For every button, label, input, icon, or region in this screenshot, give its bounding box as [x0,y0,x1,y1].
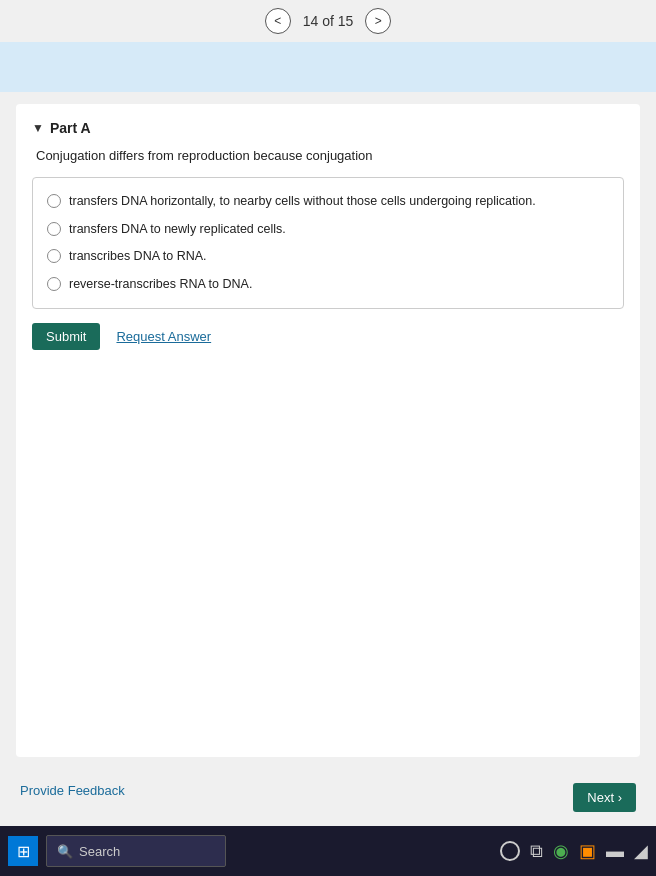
next-icon: > [375,14,382,28]
radio-opt2[interactable] [47,222,61,236]
banner [0,42,656,92]
option-text-4: reverse-transcribes RNA to DNA. [69,276,252,294]
request-answer-button[interactable]: Request Answer [116,329,211,344]
collapse-icon[interactable]: ▼ [32,121,44,135]
taskbar: ⊞ 🔍 Search ⧉ ◉ ▣ ▬ ◢ [0,826,656,876]
options-box: transfers DNA horizontally, to nearby ce… [32,177,624,309]
next-button[interactable]: Next › [573,783,636,812]
app-icon-3[interactable]: ▬ [606,841,624,862]
option-item[interactable]: transcribes DNA to RNA. [47,243,609,271]
search-label: Search [79,844,120,859]
start-button[interactable]: ⊞ [8,836,38,866]
top-nav: < 14 of 15 > [0,0,656,42]
question-text: Conjugation differs from reproduction be… [32,148,624,163]
task-view-icon[interactable]: ⧉ [530,841,543,862]
radio-opt1[interactable] [47,194,61,208]
option-text-1: transfers DNA horizontally, to nearby ce… [69,193,536,211]
search-icon: 🔍 [57,844,73,859]
provide-feedback-link[interactable]: Provide Feedback [20,783,125,798]
next-nav-button[interactable]: > [365,8,391,34]
option-text-3: transcribes DNA to RNA. [69,248,207,266]
option-item[interactable]: transfers DNA horizontally, to nearby ce… [47,188,609,216]
app-icon-2[interactable]: ▣ [579,840,596,862]
submit-button[interactable]: Submit [32,323,100,350]
prev-button[interactable]: < [265,8,291,34]
nav-count: 14 of 15 [303,13,354,29]
windows-icon: ⊞ [17,842,30,861]
bottom-section: Provide Feedback Next › [0,769,656,826]
radio-opt3[interactable] [47,249,61,263]
cortana-icon[interactable] [500,841,520,861]
part-header: ▼ Part A [32,120,624,136]
radio-opt4[interactable] [47,277,61,291]
app-icon-1[interactable]: ◉ [553,840,569,862]
prev-icon: < [274,14,281,28]
taskbar-icons: ⧉ ◉ ▣ ▬ ◢ [500,840,648,862]
content-area: < 14 of 15 > ▼ Part A Conjugation differ… [0,0,656,826]
screen: < 14 of 15 > ▼ Part A Conjugation differ… [0,0,656,876]
action-row: Submit Request Answer [32,323,624,350]
option-text-2: transfers DNA to newly replicated cells. [69,221,286,239]
quiz-panel: ▼ Part A Conjugation differs from reprod… [16,104,640,757]
taskbar-search[interactable]: 🔍 Search [46,835,226,867]
option-item[interactable]: transfers DNA to newly replicated cells. [47,216,609,244]
option-item[interactable]: reverse-transcribes RNA to DNA. [47,271,609,299]
part-title: Part A [50,120,91,136]
app-icon-4[interactable]: ◢ [634,840,648,862]
